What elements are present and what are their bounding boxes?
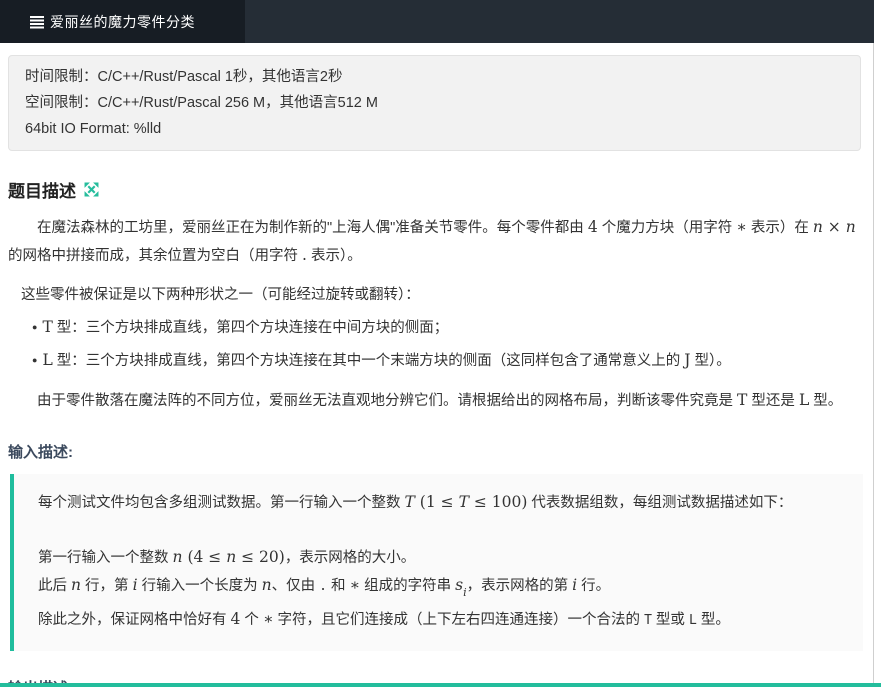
description-title-text: 题目描述 (8, 182, 76, 201)
shape-list-item-l: L 型：三个方块排成直线，第四个方块连接在其中一个末端方块的侧面（这同样包含了通… (8, 347, 863, 375)
input-line-2: 第一行输入一个整数 n (4 ≤ n ≤ 20)，表示网格的大小。 (38, 548, 416, 566)
description-paragraph-2: 这些零件被保证是以下两种形状之一（可能经过旋转或翻转）： (21, 287, 420, 303)
time-limit: 时间限制：C/C++/Rust/Pascal 1秒，其他语言2秒 (25, 69, 343, 85)
problem-tab-title: 爱丽丝的魔力零件分类 (50, 13, 195, 30)
content-area: 时间限制：C/C++/Rust/Pascal 1秒，其他语言2秒 空间限制：C/… (0, 43, 874, 687)
input-section-title: 输入描述: (8, 444, 73, 461)
expand-arrows-icon[interactable] (84, 182, 99, 197)
problem-body: 题目描述 在魔法森林的工坊里，爱丽丝正在为制作新的"上海人偶"准备关节零件。每个… (0, 177, 873, 687)
input-line-3: 此后 n 行，第 i 行输入一个长度为 n、仅由 . 和 ∗ 组成的字符串 si… (38, 576, 611, 600)
description-paragraph-1: 在魔法森林的工坊里，爱丽丝正在为制作新的"上海人偶"准备关节零件。每个零件都由 … (8, 218, 856, 264)
shape-list-item-t: T 型：三个方块排成直线，第四个方块连接在中间方块的侧面； (8, 314, 863, 342)
input-line-4: 除此之外，保证网格中恰好有 4 个 ∗ 字符，且它们连接成（上下左右四连通连接）… (38, 610, 730, 629)
section-divider-rule (0, 683, 881, 687)
navbar: 爱丽丝的魔力零件分类 (0, 0, 874, 43)
problem-page: 爱丽丝的魔力零件分类 时间限制：C/C++/Rust/Pascal 1秒，其他语… (0, 0, 881, 687)
io-format: 64bit IO Format: %lld (25, 121, 162, 137)
problem-tab[interactable]: 爱丽丝的魔力零件分类 (0, 0, 245, 43)
memory-limit: 空间限制：C/C++/Rust/Pascal 256 M，其他语言512 M (25, 95, 378, 111)
input-line-1: 每个测试文件均包含多组测试数据。第一行输入一个整数 T (1 ≤ T ≤ 100… (38, 493, 793, 511)
input-description-quote: 每个测试文件均包含多组测试数据。第一行输入一个整数 T (1 ≤ T ≤ 100… (10, 474, 863, 652)
list-icon (30, 15, 44, 29)
description-paragraph-3: 由于零件散落在魔法阵的不同方位，爱丽丝无法直观地分辨它们。请根据给出的网格布局，… (37, 391, 843, 409)
description-title: 题目描述 (8, 177, 863, 202)
shape-list: T 型：三个方块排成直线，第四个方块连接在中间方块的侧面； L 型：三个方块排成… (8, 314, 863, 375)
limits-box: 时间限制：C/C++/Rust/Pascal 1秒，其他语言2秒 空间限制：C/… (8, 55, 861, 151)
